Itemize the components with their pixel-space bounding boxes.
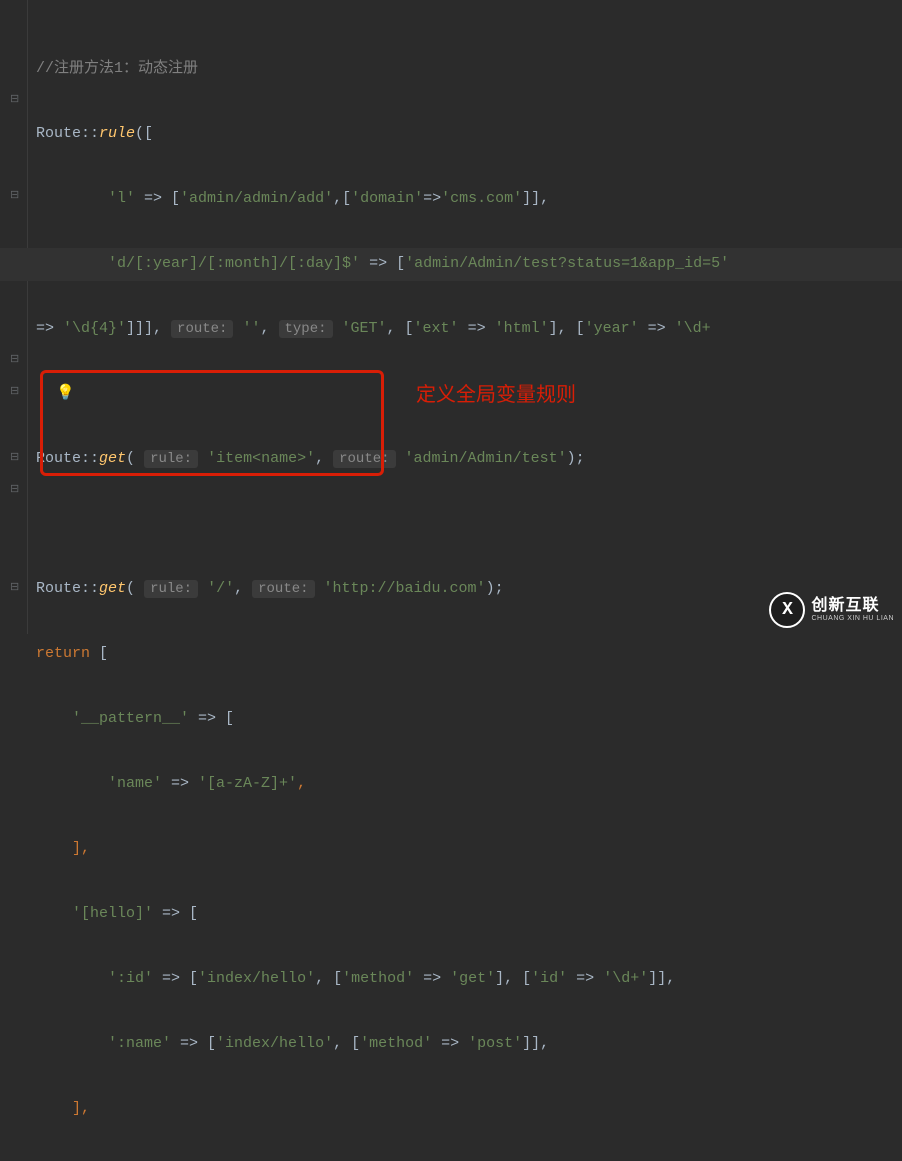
code-line: return [ [36, 638, 902, 671]
param-hint: route: [171, 320, 233, 338]
watermark-subtitle: CHUANG XIN HU LIAN [811, 615, 894, 623]
code-editor[interactable]: //注册方法1：动态注册 Route::rule([ 'l' => ['admi… [30, 20, 902, 1158]
watermark: X 创新互联 CHUANG XIN HU LIAN [769, 592, 894, 628]
fold-icon[interactable]: ⊟ [10, 92, 19, 106]
code-line: ], [36, 833, 902, 866]
code-line: 'l' => ['admin/admin/add',['domain'=>'cm… [36, 183, 902, 216]
code-line: ':id' => ['index/hello', ['method' => 'g… [36, 963, 902, 996]
code-line: ], [36, 1093, 902, 1126]
watermark-title: 创新互联 [811, 597, 894, 615]
fold-icon[interactable]: ⊟ [10, 580, 19, 594]
code-line: //注册方法1：动态注册 [36, 53, 902, 86]
watermark-logo-icon: X [769, 592, 805, 628]
fold-icon[interactable]: ⊟ [10, 450, 19, 464]
gutter: ⊟ ⊟ ⊟ ⊟ ⊟ ⊟ ⊟ [0, 0, 28, 634]
code-line: '[hello]' => [ [36, 898, 902, 931]
fold-icon[interactable]: ⊟ [10, 188, 19, 202]
code-line: => '\d{4}']]], route: '', type: 'GET', [… [36, 313, 902, 346]
fold-icon[interactable]: ⊟ [10, 482, 19, 496]
code-line: ':name' => ['index/hello', ['method' => … [36, 1028, 902, 1061]
code-line: Route::rule([ [36, 118, 902, 151]
param-hint: route: [252, 580, 314, 598]
fold-icon[interactable]: ⊟ [10, 352, 19, 366]
code-line: 'name' => '[a-zA-Z]+', [36, 768, 902, 801]
param-hint: type: [279, 320, 333, 338]
code-line: '__pattern__' => [ [36, 703, 902, 736]
code-line: 'd/[:year]/[:month]/[:day]$' => ['admin/… [36, 248, 902, 281]
annotation-text: 定义全局变量规则 [416, 378, 576, 407]
annotation-box [40, 370, 384, 476]
param-hint: rule: [144, 580, 198, 598]
fold-icon[interactable]: ⊟ [10, 384, 19, 398]
code-line [36, 508, 902, 541]
